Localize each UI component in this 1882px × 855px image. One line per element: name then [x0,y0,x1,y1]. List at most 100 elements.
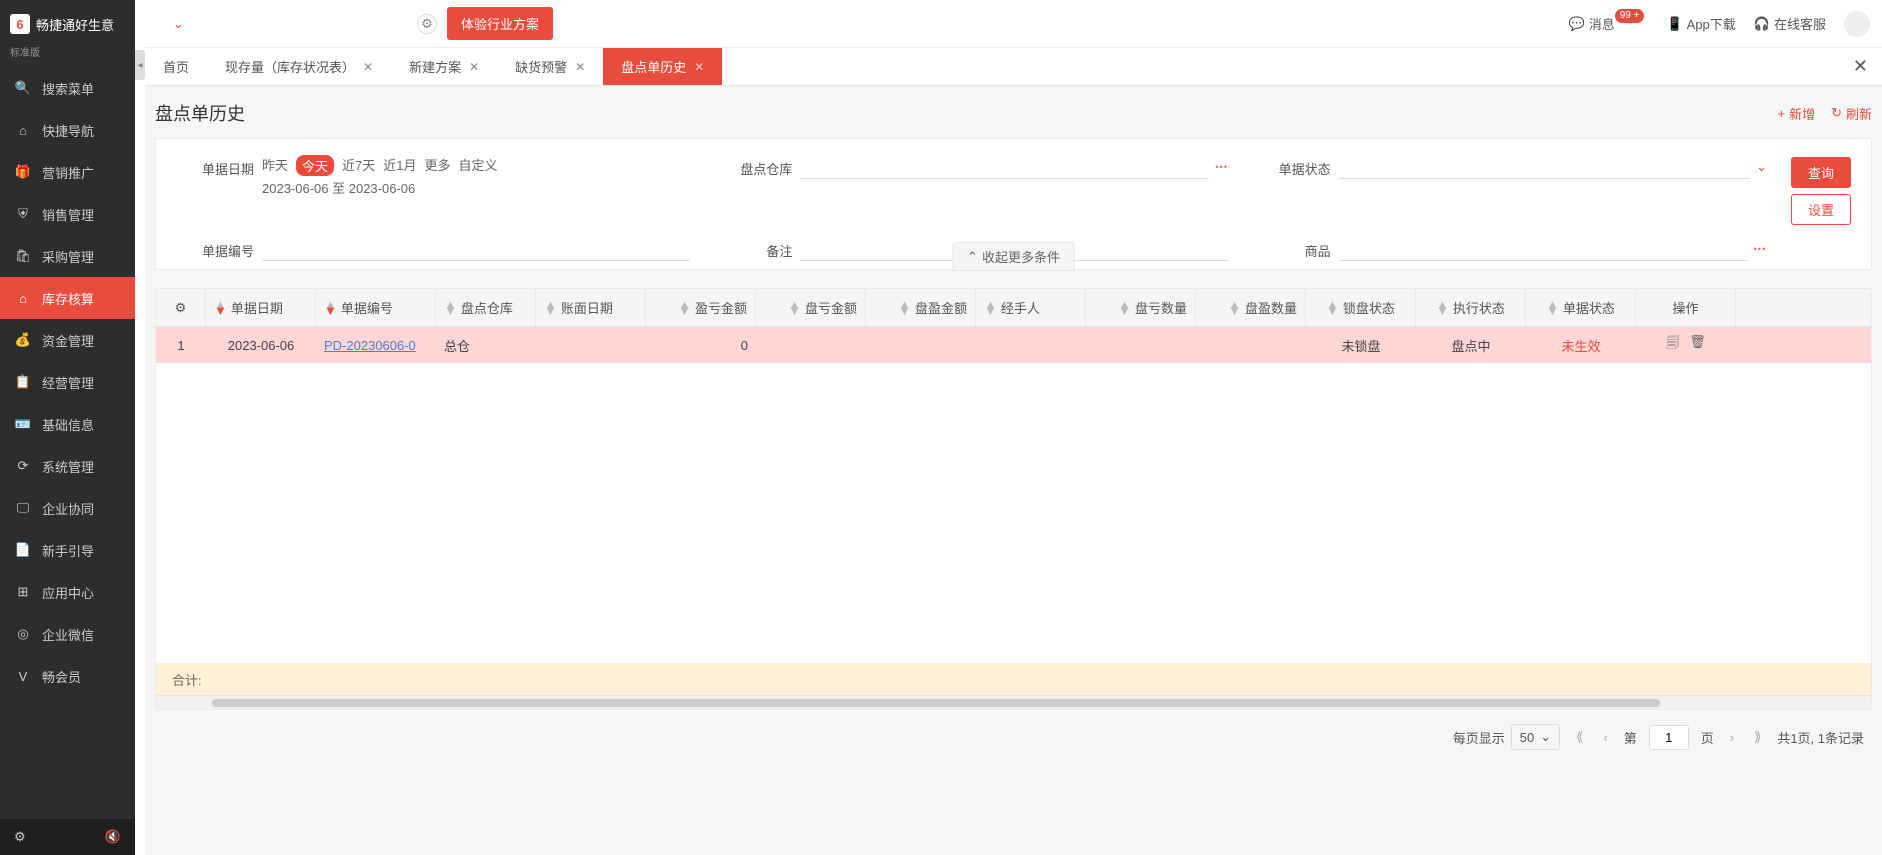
filter-docno-input[interactable] [262,237,690,261]
docno-link[interactable]: PD-20230606-0 [324,338,416,353]
sort-icon: ▲▼ [444,302,457,314]
column-label: 盘点仓库 [461,298,513,317]
tab-label: 缺货预警 [515,57,567,76]
app-download-label: App下载 [1687,14,1736,33]
chevron-down-icon[interactable]: ⌄ [1756,159,1767,175]
column-header[interactable]: ▲▼锁盘状态 [1306,289,1416,326]
sidebar-item[interactable]: ⊞应用中心 [0,571,135,613]
sidebar-item[interactable]: 🛍采购管理 [0,235,135,277]
date-pill[interactable]: 近1月 [383,155,416,176]
first-page-button[interactable]: ⟪ [1572,729,1587,745]
add-button[interactable]: + 新增 [1777,104,1815,123]
tab[interactable]: 首页 [145,48,207,85]
column-header[interactable]: ▲▼单据状态 [1526,289,1636,326]
sidebar-item[interactable]: 📄新手引导 [0,529,135,571]
sidebar-item-label: 采购管理 [42,247,94,266]
filter-remark-label: 备注 [714,237,792,260]
filter-product-input[interactable] [1339,237,1747,261]
date-pill[interactable]: 昨天 [262,155,288,176]
filter-date-label: 单据日期 [176,155,254,178]
gear-icon[interactable]: ⚙ [417,14,437,34]
filter-docno-label: 单据编号 [176,237,254,260]
date-pill[interactable]: 自定义 [459,155,498,176]
avatar-icon [1844,11,1870,37]
app-download-button[interactable]: 📱 App下载 [1666,14,1735,33]
column-header[interactable]: ▲▼账面日期 [536,289,646,326]
column-header[interactable]: ▲▼盘盈金额 [866,289,976,326]
column-header[interactable]: ▲▼盘盈数量 [1196,289,1306,326]
prev-page-button[interactable]: ‹ [1599,730,1611,745]
column-header[interactable]: 操作 [1636,289,1736,326]
close-icon[interactable]: ✕ [575,60,585,74]
column-header[interactable]: ▲▼盈亏金额 [646,289,756,326]
view-icon[interactable]: 🗐 [1666,334,1679,356]
horizontal-scrollbar[interactable] [156,695,1871,709]
collapse-filter-button[interactable]: ⌃ 收起更多条件 [952,242,1075,271]
column-header[interactable]: ▲▼单据日期 [206,289,316,326]
page-number-input[interactable] [1649,725,1689,750]
sidebar-item-label: 库存核算 [42,289,94,308]
more-icon[interactable]: ⋯ [1215,159,1229,175]
close-all-tabs-button[interactable]: ✕ [1839,48,1882,85]
column-header[interactable]: ▲▼单据编号 [316,289,436,326]
sound-icon[interactable]: 🔇 [105,829,121,845]
user-avatar[interactable] [1844,11,1870,37]
date-pill[interactable]: 近7天 [342,155,375,176]
messages-button[interactable]: 💬 消息 99 + [1569,14,1649,33]
date-pill[interactable]: 更多 [425,155,451,176]
column-header[interactable]: ▲▼ 盘点仓库 [436,289,536,326]
column-label: 单据日期 [231,298,283,317]
page-prefix: 第 [1624,728,1637,747]
page-size-label: 每页显示 [1453,728,1505,747]
clipboard-icon: 📋 [14,373,32,391]
sidebar-item[interactable]: 🔍搜索菜单 [0,67,135,109]
delete-icon[interactable]: 🗑 [1689,334,1706,356]
filter-settings-button[interactable]: 设置 [1791,194,1851,225]
close-icon[interactable]: ✕ [469,60,479,74]
support-button[interactable]: 🎧 在线客服 [1754,14,1826,33]
table-row[interactable]: 1 2023-06-06 PD-20230606-0 总仓 0 未锁盘 盘点中 … [156,327,1871,363]
sidebar-item[interactable]: 📋经营管理 [0,361,135,403]
sidebar-item[interactable]: 💰资金管理 [0,319,135,361]
column-header[interactable]: ▲▼执行状态 [1416,289,1526,326]
sort-icon: ▲▼ [1436,302,1449,314]
sidebar-item[interactable]: 🪪基础信息 [0,403,135,445]
sidebar-item[interactable]: ⛨销售管理 [0,193,135,235]
cell-actions: 🗐 🗑 [1636,334,1736,356]
close-icon[interactable]: ✕ [363,60,373,74]
close-icon[interactable]: ✕ [694,60,704,74]
date-pill[interactable]: 今天 [296,155,334,176]
column-header[interactable]: ▲▼盘亏金额 [756,289,866,326]
tab[interactable]: 缺货预警 ✕ [497,48,603,85]
filter-status-input[interactable] [1339,155,1750,179]
sidebar-item[interactable]: V畅会员 [0,655,135,697]
next-page-button[interactable]: › [1726,730,1738,745]
last-page-button[interactable]: ⟫ [1750,729,1765,745]
sidebar-item[interactable]: ⟳系统管理 [0,445,135,487]
org-selector[interactable]: ⌄ [157,12,407,36]
query-button[interactable]: 查询 [1791,157,1851,188]
refresh-button[interactable]: ↻ 刷新 [1831,104,1872,123]
sidebar-item[interactable]: ⌂库存核算 [0,277,135,319]
headset-icon: 🎧 [1754,16,1770,32]
tab[interactable]: 盘点单历史✕ [603,48,722,85]
promo-button[interactable]: 体验行业方案 [447,7,553,40]
sidebar-item[interactable]: ⌂快捷导航 [0,109,135,151]
filter-product-label: 商品 [1253,237,1331,260]
sidebar-item[interactable]: ◎企业微信 [0,613,135,655]
column-header[interactable]: ▲▼经手人 [976,289,1086,326]
sidebar-item[interactable]: 🖵企业协同 [0,487,135,529]
tab[interactable]: 新建方案✕ [391,48,497,85]
filter-warehouse-input[interactable] [800,155,1208,179]
sidebar-item[interactable]: 🎁营销推广 [0,151,135,193]
more-icon[interactable]: ⋯ [1753,241,1767,257]
double-chevron-up-icon: ⌃ [967,249,978,265]
sidebar-collapse-handle[interactable]: ◂ [135,50,145,80]
scrollbar-thumb[interactable] [212,699,1660,707]
tab[interactable]: 现存量（库存状况表）✕ [207,48,391,85]
column-settings[interactable]: ⚙ [156,289,206,326]
page-size-dropdown[interactable]: 50 ⌄ [1511,724,1560,750]
tab-label: 首页 [163,57,189,76]
column-header[interactable]: ▲▼盘亏数量 [1086,289,1196,326]
settings-icon[interactable]: ⚙ [14,829,26,845]
